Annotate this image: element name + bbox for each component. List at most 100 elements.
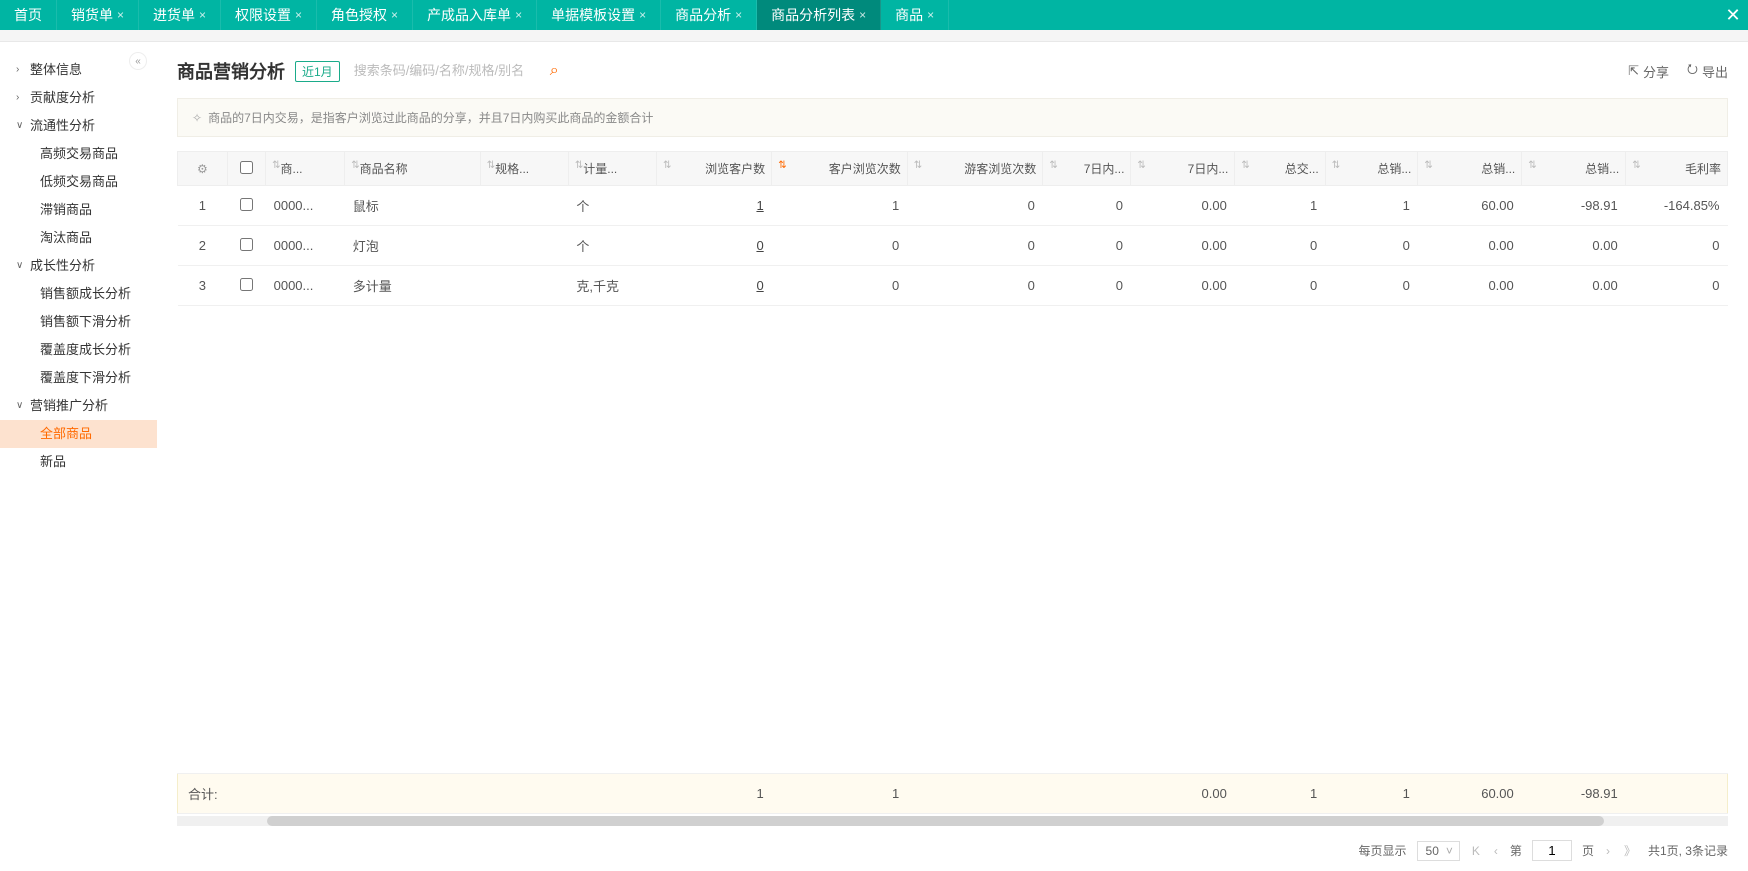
tab-商品分析[interactable]: 商品分析× — [661, 0, 757, 30]
prev-page-button[interactable]: ‹ — [1492, 844, 1500, 858]
th[interactable]: ⇅ 7日内... — [1131, 152, 1235, 186]
last-page-button[interactable]: 》 — [1622, 842, 1638, 859]
tab-产成品入库单[interactable]: 产成品入库单× — [413, 0, 537, 30]
column-header[interactable]: 商品名称 — [360, 162, 408, 176]
gear-icon[interactable]: ⚙ — [197, 162, 208, 176]
column-header[interactable]: 总交... — [1285, 162, 1319, 176]
nav-group[interactable]: ›贡献度分析 — [0, 84, 157, 112]
cell[interactable]: 0 — [656, 266, 771, 306]
sort-icon[interactable]: ⇅ — [914, 160, 922, 171]
close-icon[interactable]: × — [927, 8, 934, 22]
column-header[interactable]: 商... — [281, 162, 303, 176]
row-checkbox[interactable] — [240, 198, 253, 211]
sort-icon[interactable]: ⇅ — [1049, 160, 1057, 171]
th[interactable]: ⇅ 浏览客户数 — [656, 152, 771, 186]
nav-item[interactable]: 高频交易商品 — [0, 140, 157, 168]
sort-icon[interactable]: ⇅ — [1424, 160, 1432, 171]
sort-icon[interactable]: ⇅ — [1137, 160, 1145, 171]
tab-首页[interactable]: 首页 — [0, 0, 57, 30]
column-header[interactable]: 毛利率 — [1685, 162, 1721, 176]
close-icon[interactable]: × — [391, 8, 398, 22]
cell[interactable]: 0 — [656, 226, 771, 266]
column-header[interactable]: 计量... — [583, 162, 617, 176]
nav-item[interactable]: 销售额成长分析 — [0, 280, 157, 308]
sort-icon[interactable]: ⇅ — [663, 160, 671, 171]
sort-icon[interactable]: ⇅ — [575, 160, 583, 171]
th[interactable]: ⇅ 商品名称 — [345, 152, 481, 186]
cell[interactable] — [227, 186, 265, 226]
sort-icon[interactable]: ⇅ — [1528, 160, 1536, 171]
th[interactable]: ⇅ 总销... — [1325, 152, 1418, 186]
sort-icon[interactable]: ⇅ — [1332, 160, 1340, 171]
tab-商品[interactable]: 商品× — [881, 0, 949, 30]
page-input[interactable] — [1532, 840, 1572, 861]
sort-icon[interactable]: ⇅ — [1241, 160, 1249, 171]
th[interactable]: ⇅ 毛利率 — [1626, 152, 1728, 186]
select-all-checkbox[interactable] — [240, 161, 253, 174]
share-button[interactable]: ⇱ 分享 — [1628, 60, 1669, 82]
tab-销货单[interactable]: 销货单× — [57, 0, 139, 30]
search-icon[interactable]: ⌕ — [550, 62, 559, 80]
search-input[interactable] — [350, 59, 550, 83]
nav-group[interactable]: ∨成长性分析 — [0, 252, 157, 280]
th[interactable]: ⇅ 游客浏览次数 — [907, 152, 1043, 186]
th[interactable]: ⇅ 总交... — [1235, 152, 1325, 186]
th[interactable]: ⇅ 商... — [266, 152, 345, 186]
nav-item[interactable]: 销售额下滑分析 — [0, 308, 157, 336]
first-page-button[interactable]: K — [1470, 844, 1482, 858]
sort-icon[interactable]: ⇅ — [1632, 160, 1640, 171]
column-header[interactable]: 总销... — [1377, 162, 1411, 176]
th[interactable]: ⇅ 7日内... — [1043, 152, 1131, 186]
next-page-button[interactable]: › — [1604, 844, 1612, 858]
th[interactable]: ⇅ 计量... — [568, 152, 656, 186]
nav-item[interactable]: 滞销商品 — [0, 196, 157, 224]
nav-item[interactable]: 全部商品 — [0, 420, 157, 448]
date-range-tag[interactable]: 近1月 — [295, 61, 340, 82]
th[interactable]: ⇅ 规格... — [480, 152, 568, 186]
column-header[interactable]: 游客浏览次数 — [964, 162, 1036, 176]
th[interactable]: ⚙ — [178, 152, 228, 186]
column-header[interactable]: 总销... — [1585, 162, 1619, 176]
horizontal-scrollbar[interactable] — [177, 816, 1728, 826]
nav-item[interactable]: 低频交易商品 — [0, 168, 157, 196]
close-icon[interactable]: × — [117, 8, 124, 22]
nav-item[interactable]: 覆盖度成长分析 — [0, 336, 157, 364]
export-button[interactable]: ⭮ 导出 — [1687, 60, 1728, 82]
th[interactable]: ⇅ 总销... — [1522, 152, 1626, 186]
close-icon[interactable]: × — [295, 8, 302, 22]
column-header[interactable]: 7日内... — [1084, 162, 1125, 176]
cell[interactable]: 1 — [656, 186, 771, 226]
per-page-select[interactable]: 50 — [1417, 841, 1460, 861]
sort-icon[interactable]: ⇅ — [351, 160, 359, 171]
cell[interactable] — [227, 266, 265, 306]
scrollbar-thumb[interactable] — [267, 816, 1604, 826]
tab-权限设置[interactable]: 权限设置× — [221, 0, 317, 30]
cell[interactable] — [227, 226, 265, 266]
close-icon[interactable]: × — [859, 8, 866, 22]
sort-icon[interactable]: ⇅ — [778, 160, 786, 171]
nav-item[interactable]: 覆盖度下滑分析 — [0, 364, 157, 392]
nav-item[interactable]: 淘汰商品 — [0, 224, 157, 252]
nav-group[interactable]: ∨营销推广分析 — [0, 392, 157, 420]
close-icon[interactable]: × — [735, 8, 742, 22]
th[interactable]: ⇅ 客户浏览次数 — [772, 152, 908, 186]
sidebar-collapse-button[interactable]: « — [129, 52, 147, 70]
tab-商品分析列表[interactable]: 商品分析列表× — [757, 0, 881, 30]
sort-icon[interactable]: ⇅ — [272, 160, 280, 171]
close-icon[interactable]: × — [639, 8, 646, 22]
column-header[interactable]: 规格... — [495, 162, 529, 176]
nav-group[interactable]: ∨流通性分析 — [0, 112, 157, 140]
th[interactable]: ⇅ 总销... — [1418, 152, 1522, 186]
tab-进货单[interactable]: 进货单× — [139, 0, 221, 30]
row-checkbox[interactable] — [240, 278, 253, 291]
column-header[interactable]: 浏览客户数 — [705, 162, 765, 176]
column-header[interactable]: 客户浏览次数 — [829, 162, 901, 176]
column-header[interactable]: 总销... — [1481, 162, 1515, 176]
column-header[interactable]: 7日内... — [1188, 162, 1229, 176]
close-all-tabs-button[interactable]: ✕ — [1718, 0, 1748, 30]
nav-item[interactable]: 新品 — [0, 448, 157, 476]
tab-单据模板设置[interactable]: 单据模板设置× — [537, 0, 661, 30]
th[interactable] — [227, 152, 265, 186]
close-icon[interactable]: × — [199, 8, 206, 22]
tab-角色授权[interactable]: 角色授权× — [317, 0, 413, 30]
